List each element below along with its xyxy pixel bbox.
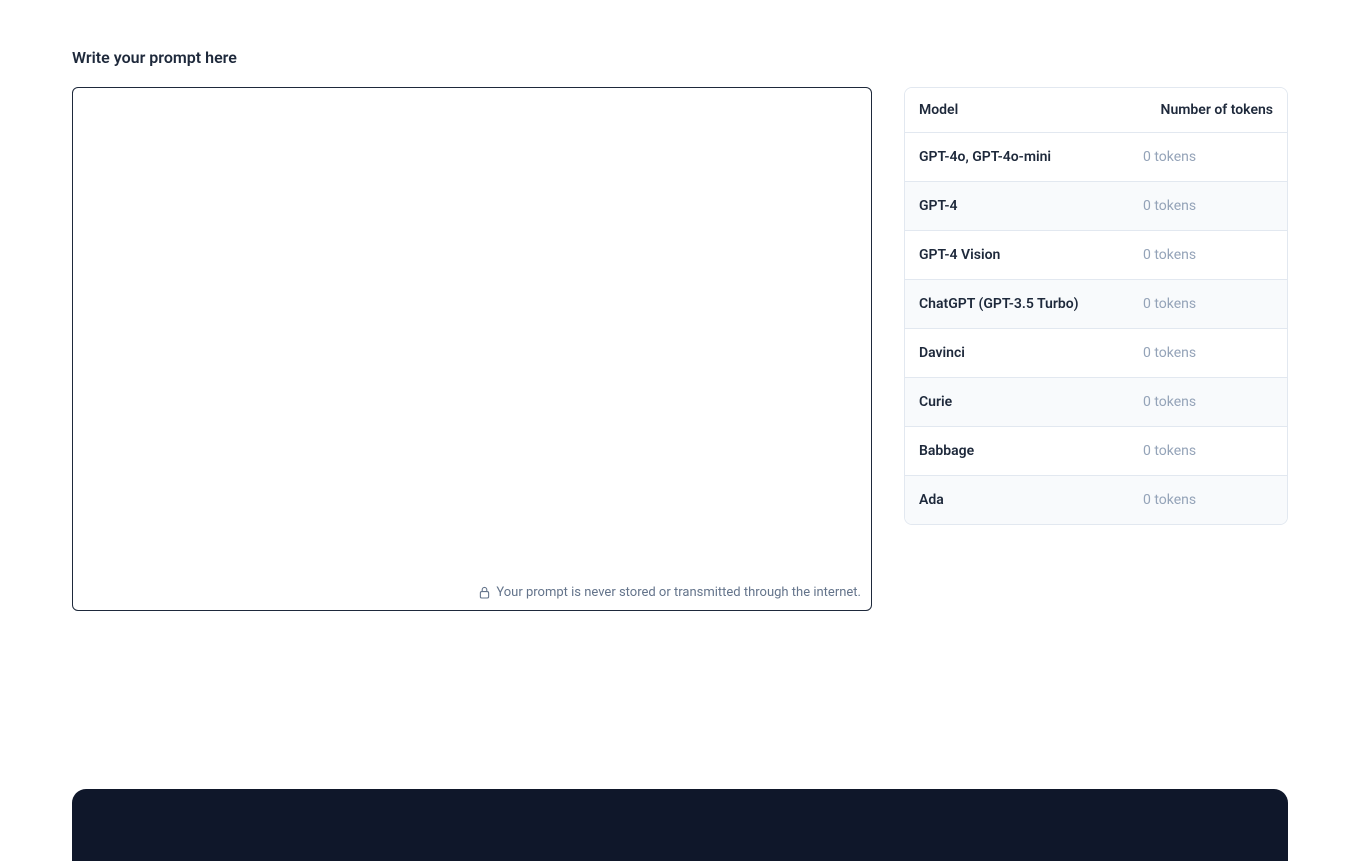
prompt-box: Your prompt is never stored or transmitt… <box>72 87 872 611</box>
model-name: GPT-4 <box>919 198 1143 214</box>
token-count: 0 tokens <box>1143 198 1273 214</box>
table-header-row: Model Number of tokens <box>905 88 1287 132</box>
model-name: Ada <box>919 492 1143 508</box>
table-row: Ada 0 tokens <box>905 475 1287 524</box>
prompt-input[interactable] <box>83 98 861 581</box>
table-header-model: Model <box>919 102 1161 118</box>
token-count: 0 tokens <box>1143 345 1273 361</box>
page-title: Write your prompt here <box>72 48 1288 67</box>
table-row: GPT-4 Vision 0 tokens <box>905 230 1287 279</box>
token-count: 0 tokens <box>1143 443 1273 459</box>
table-row: Davinci 0 tokens <box>905 328 1287 377</box>
table-row: Babbage 0 tokens <box>905 426 1287 475</box>
table-row: GPT-4o, GPT-4o-mini 0 tokens <box>905 132 1287 181</box>
privacy-notice-text: Your prompt is never stored or transmitt… <box>496 585 861 600</box>
model-name: GPT-4o, GPT-4o-mini <box>919 149 1143 165</box>
table-row: ChatGPT (GPT-3.5 Turbo) 0 tokens <box>905 279 1287 328</box>
model-name: ChatGPT (GPT-3.5 Turbo) <box>919 296 1143 312</box>
token-count: 0 tokens <box>1143 149 1273 165</box>
model-name: GPT-4 Vision <box>919 247 1143 263</box>
table-row: GPT-4 0 tokens <box>905 181 1287 230</box>
token-count: 0 tokens <box>1143 296 1273 312</box>
table-header-tokens: Number of tokens <box>1161 102 1273 118</box>
model-name: Curie <box>919 394 1143 410</box>
privacy-notice: Your prompt is never stored or transmitt… <box>83 581 861 600</box>
lock-icon <box>479 586 490 599</box>
bottom-panel <box>72 789 1288 861</box>
model-name: Babbage <box>919 443 1143 459</box>
token-count: 0 tokens <box>1143 394 1273 410</box>
model-name: Davinci <box>919 345 1143 361</box>
table-row: Curie 0 tokens <box>905 377 1287 426</box>
token-count: 0 tokens <box>1143 247 1273 263</box>
token-table: Model Number of tokens GPT-4o, GPT-4o-mi… <box>904 87 1288 525</box>
token-count: 0 tokens <box>1143 492 1273 508</box>
